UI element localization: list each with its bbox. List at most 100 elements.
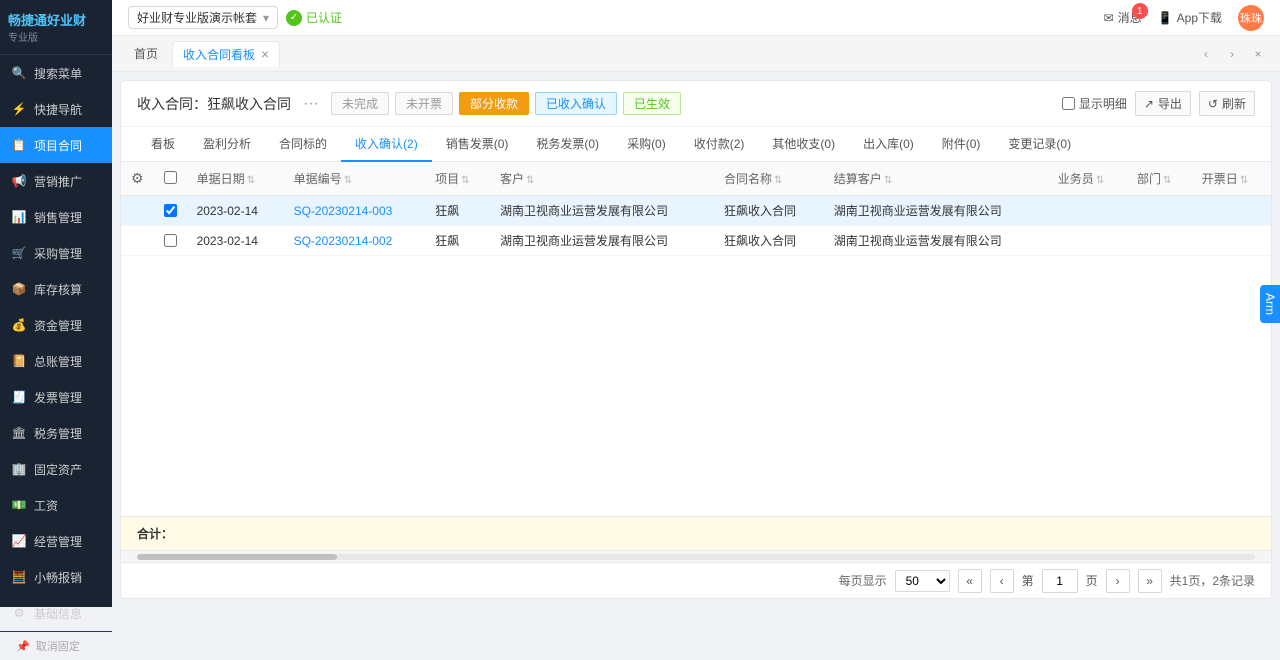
status-tag-0[interactable]: 未完成 — [331, 92, 389, 115]
sidebar-item-13[interactable]: 📈 经营管理 — [0, 523, 112, 559]
sort-icon-salesperson: ⇅ — [1096, 175, 1104, 186]
scroll-indicator[interactable] — [121, 550, 1271, 562]
main-area: 好业财专业版演示帐套 ▾ 已认证 ✉ 1 消息 📱 App下载 珠珠 — [112, 0, 1280, 607]
sidebar-item-9[interactable]: 🧾发票管理 — [0, 379, 112, 415]
tab-home[interactable]: 首页 — [124, 41, 168, 66]
sidebar-bottom-label: 取消固定 — [36, 638, 80, 654]
page-first-btn[interactable]: « — [958, 569, 982, 593]
sub-tab-7[interactable]: 收付款(2) — [680, 127, 759, 162]
table-row[interactable]: 2023-02-14 SQ-20230214-003 狂飙 湖南卫视商业运营发展… — [121, 196, 1271, 226]
sort-icon-contract: ⇅ — [774, 175, 782, 186]
sidebar-label-14: 小畅报销 — [34, 569, 82, 586]
sidebar-item-3[interactable]: 📢营销推广 — [0, 163, 112, 199]
sub-tab-10[interactable]: 附件(0) — [928, 127, 995, 162]
sub-tab-5[interactable]: 税务发票(0) — [522, 127, 613, 162]
table-container: ⚙ 单据日期⇅ 单据编号⇅ 项目⇅ 客户⇅ 合同名称⇅ 结算客户⇅ 业务员⇅ 部… — [121, 162, 1271, 516]
tab-bar: 首页 收入合同看板 × ‹ › × — [112, 36, 1280, 72]
col-settings: ⚙ — [121, 162, 154, 196]
sidebar-item-15[interactable]: ⚙基础信息 — [0, 595, 112, 631]
row-checkbox-1[interactable] — [164, 234, 177, 247]
sort-icon-project: ⇅ — [461, 175, 469, 186]
sidebar-item-0[interactable]: 🔍搜索菜单 — [0, 55, 112, 91]
status-tag-2[interactable]: 部分收款 — [459, 92, 529, 115]
col-header-opendate: 开票日⇅ — [1192, 162, 1271, 196]
scroll-thumb[interactable] — [137, 554, 337, 560]
row-number-0: SQ-20230214-003 — [284, 196, 426, 226]
tab-close-icon[interactable]: × — [261, 46, 269, 62]
select-all-checkbox[interactable] — [164, 171, 177, 184]
status-tag-3[interactable]: 已收入确认 — [535, 92, 617, 115]
page-size-select[interactable]: 50 100 200 — [895, 570, 950, 592]
sidebar-icon-13: 📈 — [10, 532, 28, 550]
sort-icon-number: ⇅ — [344, 175, 352, 186]
app-download-label: App下载 — [1177, 9, 1222, 26]
floating-action-button[interactable]: Arm — [1260, 285, 1280, 323]
row-number-link-0[interactable]: SQ-20230214-003 — [294, 204, 393, 218]
company-name: 好业财专业版演示帐套 — [137, 9, 257, 26]
scroll-track[interactable] — [137, 554, 1255, 560]
sidebar-item-2[interactable]: 📋项目合同 — [0, 127, 112, 163]
page-next-btn[interactable]: › — [1106, 569, 1130, 593]
message-action[interactable]: ✉ 1 消息 — [1104, 9, 1142, 26]
tab-nav-next[interactable]: › — [1222, 44, 1242, 64]
gear-icon[interactable]: ⚙ — [131, 170, 144, 186]
row-number-1: SQ-20230214-002 — [284, 226, 426, 256]
sidebar-bottom-action[interactable]: 📌 取消固定 — [0, 631, 112, 660]
sidebar-item-5[interactable]: 🛒采购管理 — [0, 235, 112, 271]
sidebar-item-8[interactable]: 📔总账管理 — [0, 343, 112, 379]
sidebar-item-14[interactable]: 🧮小畅报销 — [0, 559, 112, 595]
app-download-action[interactable]: 📱 App下载 — [1158, 9, 1222, 26]
row-number-link-1[interactable]: SQ-20230214-002 — [294, 234, 393, 248]
page-prev-btn[interactable]: ‹ — [990, 569, 1014, 593]
sidebar-item-7[interactable]: 💰资金管理 — [0, 307, 112, 343]
col-checkbox-header — [154, 162, 187, 196]
sort-icon-date: ⇅ — [247, 175, 255, 186]
sidebar-item-6[interactable]: 📦库存核算 — [0, 271, 112, 307]
refresh-button[interactable]: ↺ 刷新 — [1199, 91, 1255, 116]
row-settings-1 — [121, 226, 154, 256]
row-salesperson-1 — [1048, 226, 1127, 256]
tab-close-all[interactable]: × — [1248, 44, 1268, 64]
sub-tab-1[interactable]: 盈利分析 — [189, 127, 265, 162]
sub-tab-6[interactable]: 采购(0) — [613, 127, 680, 162]
user-action[interactable]: 珠珠 — [1238, 5, 1264, 31]
sidebar-item-10[interactable]: 🏛税务管理 — [0, 415, 112, 451]
message-icon: ✉ — [1104, 11, 1114, 25]
export-icon: ↗ — [1144, 97, 1154, 111]
sidebar-item-1[interactable]: ⚡快捷导航 — [0, 91, 112, 127]
company-select[interactable]: 好业财专业版演示帐套 ▾ — [128, 6, 278, 29]
sub-tab-3[interactable]: 收入确认(2) — [341, 127, 432, 162]
sidebar-item-12[interactable]: 💵工资 — [0, 487, 112, 523]
sub-tab-8[interactable]: 其他收支(0) — [758, 127, 849, 162]
status-tags: 未完成未开票部分收款已收入确认已生效 — [331, 92, 681, 115]
sub-tab-11[interactable]: 变更记录(0) — [994, 127, 1085, 162]
sidebar: 畅捷通好业财 专业版 🔍搜索菜单⚡快捷导航📋项目合同📢营销推广📊销售管理🛒采购管… — [0, 0, 112, 607]
more-button[interactable]: ··· — [303, 95, 319, 113]
summary-label: 合计： — [137, 525, 173, 542]
status-tag-1[interactable]: 未开票 — [395, 92, 453, 115]
sidebar-icon-2: 📋 — [10, 136, 28, 154]
sidebar-label-13: 经营管理 — [34, 533, 82, 550]
sidebar-label-4: 销售管理 — [34, 209, 82, 226]
export-button[interactable]: ↗ 导出 — [1135, 91, 1191, 116]
row-checkbox-0[interactable] — [164, 204, 177, 217]
sort-icon-settlement: ⇅ — [884, 175, 892, 186]
sidebar-item-11[interactable]: 🏢固定资产 — [0, 451, 112, 487]
show-detail-toggle[interactable]: 显示明细 — [1062, 95, 1127, 112]
tab-contract-board[interactable]: 收入合同看板 × — [172, 41, 280, 67]
avatar: 珠珠 — [1238, 5, 1264, 31]
sidebar-label-15: 基础信息 — [34, 605, 82, 622]
sub-tab-2[interactable]: 合同标的 — [265, 127, 341, 162]
sub-tab-4[interactable]: 销售发票(0) — [432, 127, 523, 162]
table-row[interactable]: 2023-02-14 SQ-20230214-002 狂飙 湖南卫视商业运营发展… — [121, 226, 1271, 256]
tab-nav-prev[interactable]: ‹ — [1196, 44, 1216, 64]
sidebar-item-4[interactable]: 📊销售管理 — [0, 199, 112, 235]
sub-tab-0[interactable]: 看板 — [137, 127, 189, 162]
sort-icon-customer: ⇅ — [526, 175, 534, 186]
status-tag-4[interactable]: 已生效 — [623, 92, 681, 115]
show-detail-checkbox[interactable] — [1062, 97, 1075, 110]
page-last-btn[interactable]: » — [1138, 569, 1162, 593]
page-number-input[interactable] — [1042, 569, 1078, 593]
row-opendate-1 — [1192, 226, 1271, 256]
sub-tab-9[interactable]: 出入库(0) — [849, 127, 928, 162]
